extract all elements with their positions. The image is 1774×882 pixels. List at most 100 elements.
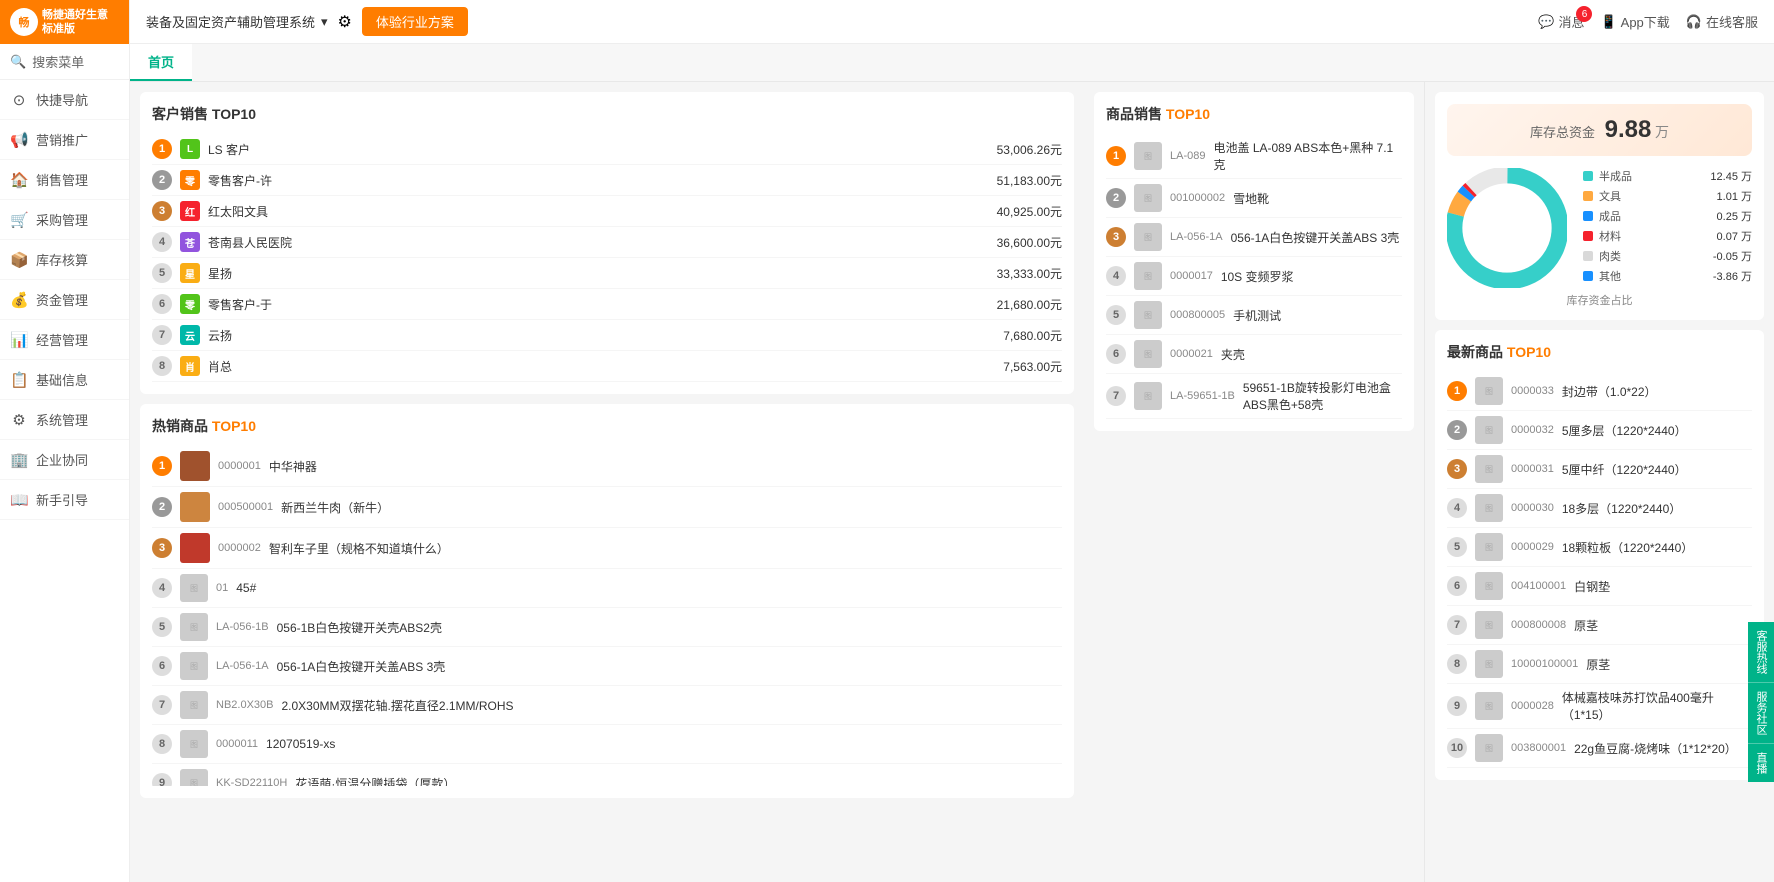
rank-item: 7 云 云扬 7,680.00元: [152, 320, 1062, 351]
sidebar-label: 营销推广: [36, 130, 88, 149]
customer-value: 40,925.00元: [997, 203, 1062, 220]
rank-number: 3: [152, 538, 172, 558]
product-thumbnail-placeholder: 图: [1475, 416, 1503, 444]
logo-icon: 畅: [10, 8, 38, 36]
sales-product-item: 5 图 000800005 手机测试: [1106, 296, 1402, 335]
trial-btn[interactable]: 体验行业方案: [362, 7, 468, 36]
headset-icon: 🎧: [1686, 14, 1702, 30]
product-name: 10S 变频罗浆: [1221, 268, 1294, 285]
operations-icon: 📊: [10, 331, 28, 349]
legend-label: 材料: [1599, 228, 1711, 244]
rank-number: 5: [1447, 537, 1467, 557]
sales-product-item: 2 图 001000002 雪地靴: [1106, 179, 1402, 218]
sidebar-item-basic[interactable]: 📋基础信息: [0, 360, 129, 400]
sidebar-item-enterprise[interactable]: 🏢企业协同: [0, 440, 129, 480]
hot-product-item: 3 0000002 智利车子里（规格不知道填什么）: [152, 528, 1062, 569]
sidebar-item-shortcut[interactable]: ⊙快捷导航: [0, 80, 129, 120]
sidebar-item-finance[interactable]: 💰资金管理: [0, 280, 129, 320]
customer-value: 36,600.00元: [997, 234, 1062, 251]
sidebar-search[interactable]: 🔍 搜索菜单: [0, 44, 129, 80]
service-btn[interactable]: 🎧 在线客服: [1686, 12, 1758, 31]
message-btn[interactable]: 💬 消息 6: [1538, 12, 1584, 31]
system-icon: ⚙: [10, 411, 28, 429]
legend-dot: [1583, 211, 1593, 221]
legend-item: 文具 1.01 万: [1583, 188, 1752, 204]
float-btn-客服热线[interactable]: 客服热线: [1748, 622, 1774, 683]
rank-number: 8: [1447, 654, 1467, 674]
product-name: 45#: [236, 581, 256, 595]
newest-product-item: 5 图 0000029 18颗粒板（1220*2440）: [1447, 528, 1752, 567]
hot-products-title: 热销商品 TOP10: [152, 416, 1062, 436]
rank-number: 9: [1447, 696, 1467, 716]
message-badge: 6: [1576, 6, 1592, 22]
product-code: 01: [216, 582, 228, 594]
customer-badge: 零: [180, 294, 200, 314]
product-thumbnail: [180, 492, 210, 522]
rank-number: 4: [1106, 266, 1126, 286]
sidebar-item-system[interactable]: ⚙系统管理: [0, 400, 129, 440]
hot-product-item: 2 000500001 新西兰牛肉（新牛）: [152, 487, 1062, 528]
product-code: 000500001: [218, 501, 273, 513]
left-panel: 客户销售 TOP10 1 L LS 客户 53,006.26元 2 零 零售客户…: [130, 82, 1084, 882]
sidebar-item-sales[interactable]: 🏠销售管理: [0, 160, 129, 200]
chart-subtitle: 库存资金占比: [1447, 292, 1752, 308]
product-name: 12070519-xs: [266, 737, 335, 751]
sidebar-item-operations[interactable]: 📊经营管理: [0, 320, 129, 360]
topbar-right: 💬 消息 6 📱 App下载 🎧 在线客服: [1538, 12, 1758, 31]
customer-badge: L: [180, 139, 200, 159]
rank-number: 1: [1106, 146, 1126, 166]
gear-icon[interactable]: ⚙: [338, 12, 352, 32]
newest-product-item: 2 图 0000032 5厘多层（1220*2440）: [1447, 411, 1752, 450]
sidebar-item-inventory[interactable]: 📦库存核算: [0, 240, 129, 280]
newest-product-item: 6 图 004100001 白钢垫: [1447, 567, 1752, 606]
hot-product-item: 6 图 LA-056-1A 056-1A白色按键开关盖ABS 3壳: [152, 647, 1062, 686]
product-code: 0000011: [216, 738, 258, 750]
rank-number: 6: [152, 294, 172, 314]
rank-number: 2: [152, 170, 172, 190]
sidebar-item-marketing[interactable]: 📢营销推广: [0, 120, 129, 160]
sales-product-item: 6 图 0000021 夹壳: [1106, 335, 1402, 374]
legend-dot: [1583, 271, 1593, 281]
legend-label: 成品: [1599, 208, 1711, 224]
hot-product-item: 8 图 0000011 12070519-xs: [152, 725, 1062, 764]
float-btn-服务社区[interactable]: 服务社区: [1748, 683, 1774, 744]
product-thumbnail-placeholder: 图: [1134, 223, 1162, 251]
product-name: 18颗粒板（1220*2440）: [1562, 539, 1693, 556]
product-name: 夹壳: [1221, 346, 1245, 363]
hot-product-item: 1 0000001 中华神器: [152, 446, 1062, 487]
customer-name: 零售客户-于: [208, 296, 989, 313]
legend-item: 其他 -3.86 万: [1583, 268, 1752, 284]
product-code: KK-SD22110H: [216, 777, 287, 786]
rank-item: 5 星 星扬 33,333.00元: [152, 258, 1062, 289]
product-name: 封边带（1.0*22）: [1562, 383, 1657, 400]
newest-product-item: 10 图 003800001 22g鱼豆腐-烧烤味（1*12*20）: [1447, 729, 1752, 768]
inventory-icon: 📦: [10, 251, 28, 269]
rank-number: 4: [152, 232, 172, 252]
legend-item: 肉类 -0.05 万: [1583, 248, 1752, 264]
product-thumbnail: [180, 451, 210, 481]
inventory-chart: 半成品 12.45 万 文具 1.01 万 成品 0.25 万 材料 0.07 …: [1447, 168, 1752, 288]
customer-name: LS 客户: [208, 141, 989, 158]
rank-number: 5: [152, 263, 172, 283]
inventory-card: 库存总资金 9.88 万: [1435, 92, 1764, 320]
customer-name: 红太阳文具: [208, 203, 989, 220]
hot-product-item: 7 图 NB2.0X30B 2.0X30MM双摆花轴.摆花直径2.1MM/ROH…: [152, 686, 1062, 725]
customer-value: 33,333.00元: [997, 265, 1062, 282]
sidebar-label: 企业协同: [36, 450, 88, 469]
product-code: 0000032: [1511, 424, 1554, 436]
sidebar-item-guide[interactable]: 📖新手引导: [0, 480, 129, 520]
app-download-btn[interactable]: 📱 App下载: [1600, 12, 1669, 31]
float-btn-直播[interactable]: 直播: [1748, 744, 1774, 782]
sidebar-item-purchase[interactable]: 🛒采购管理: [0, 200, 129, 240]
product-thumbnail-placeholder: 图: [1475, 611, 1503, 639]
rank-item: 1 L LS 客户 53,006.26元: [152, 134, 1062, 165]
newest-products-title: 最新商品 TOP10: [1447, 342, 1752, 362]
system-selector[interactable]: 装备及固定资产辅助管理系统 ▾: [146, 12, 328, 31]
tab-home[interactable]: 首页: [130, 44, 192, 81]
product-name: 花语萌·恒温分赠插袋（厚款）: [295, 775, 455, 787]
legend-item: 材料 0.07 万: [1583, 228, 1752, 244]
product-thumbnail-placeholder: 图: [180, 574, 208, 602]
product-name: 18多层（1220*2440）: [1562, 500, 1681, 517]
product-thumbnail-placeholder: 图: [1475, 692, 1503, 720]
middle-panel: 商品销售 TOP10 1 图 LA-089 电池盖 LA-089 ABS本色+黑…: [1084, 82, 1424, 882]
